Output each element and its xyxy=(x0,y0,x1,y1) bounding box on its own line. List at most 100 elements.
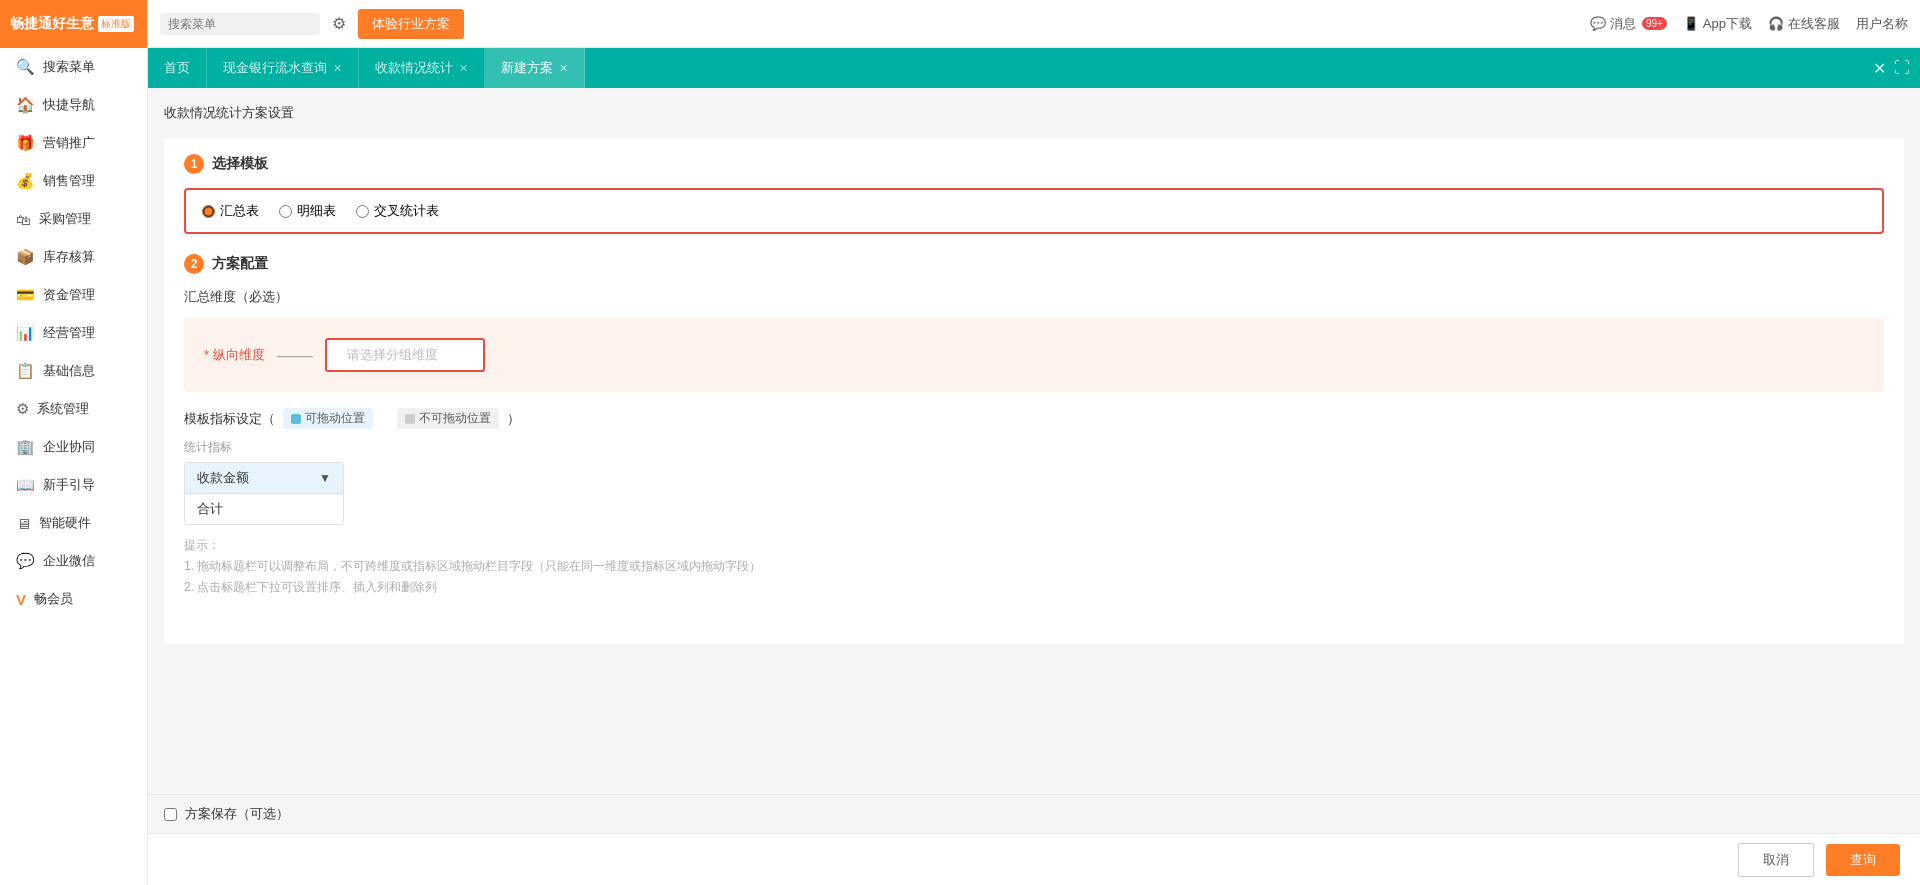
message-badge: 99+ xyxy=(1642,17,1667,30)
sidebar-item-fund[interactable]: 💳 资金管理 xyxy=(0,276,147,314)
save-label: 方案保存（可选） xyxy=(185,805,289,823)
maximize-icon[interactable]: ⛶ xyxy=(1894,59,1910,77)
top-header: ⚙ 体验行业方案 💬 消息 99+ 📱 App下载 🎧 在线客服 用户名称 xyxy=(148,0,1920,48)
radio-detail-input[interactable] xyxy=(279,205,292,218)
dimension-title-text: 汇总维度（必选） xyxy=(184,289,288,304)
tab-bank-flow[interactable]: 现金银行流水查询 ✕ xyxy=(207,48,359,88)
sidebar-item-quick-nav[interactable]: 🏠 快捷导航 xyxy=(0,86,147,124)
tab-spacer xyxy=(585,48,1863,88)
header-left: ⚙ 体验行业方案 xyxy=(160,9,464,39)
sidebar-item-basic-info[interactable]: 📋 基础信息 xyxy=(0,352,147,390)
radio-detail[interactable]: 明细表 xyxy=(279,202,336,220)
app-download-action[interactable]: 📱 App下载 xyxy=(1683,15,1752,33)
newbie-icon: 📖 xyxy=(16,476,35,494)
sidebar-item-label: 销售管理 xyxy=(43,172,95,190)
indicator-row-label: 合计 xyxy=(197,501,223,516)
tab-collection-stats[interactable]: 收款情况统计 ✕ xyxy=(359,48,485,88)
industry-btn[interactable]: 体验行业方案 xyxy=(358,9,464,39)
gear-icon[interactable]: ⚙ xyxy=(332,14,346,33)
non-draggable-label: 不可拖动位置 xyxy=(419,410,491,427)
header-right: 💬 消息 99+ 📱 App下载 🎧 在线客服 用户名称 xyxy=(1590,15,1908,33)
close-tab-collection-icon[interactable]: ✕ xyxy=(459,62,468,75)
sidebar-item-label: 快捷导航 xyxy=(43,96,95,114)
enterprise-icon: 🏢 xyxy=(16,438,35,456)
sidebar-item-search-menu[interactable]: 🔍 搜索菜单 xyxy=(0,48,147,86)
sidebar-item-weixin[interactable]: 💬 企业微信 xyxy=(0,542,147,580)
dimension-row: * 纵向维度 —— 请选择分组维度 xyxy=(204,338,1864,372)
sidebar-item-enterprise[interactable]: 🏢 企业协同 xyxy=(0,428,147,466)
sidebar-item-member[interactable]: V 畅会员 xyxy=(0,580,147,618)
sidebar-item-smart-hw[interactable]: 🖥 智能硬件 xyxy=(0,504,147,542)
sidebar-item-label: 畅会员 xyxy=(34,590,73,608)
inventory-icon: 📦 xyxy=(16,248,35,266)
system-icon: ⚙ xyxy=(16,400,29,418)
basic-info-icon: 📋 xyxy=(16,362,35,380)
tab-collection-stats-label: 收款情况统计 xyxy=(375,59,453,77)
tip-item-2: 2. 点击标题栏下拉可设置排序、插入列和删除列 xyxy=(184,579,1884,596)
close-tab-bank-flow-icon[interactable]: ✕ xyxy=(333,62,342,75)
radio-group: 汇总表 明细表 交叉统计表 xyxy=(202,202,439,220)
radio-cross-input[interactable] xyxy=(356,205,369,218)
sidebar-item-label: 企业协同 xyxy=(43,438,95,456)
tip-item-1: 1. 拖动标题栏可以调整布局，不可跨维度或指标区域拖动栏目字段（只能在同一维度或… xyxy=(184,558,1884,575)
sidebar-item-business[interactable]: 📊 经营管理 xyxy=(0,314,147,352)
tab-home[interactable]: 首页 xyxy=(148,48,207,88)
indicator-settings: 模板指标设定（ 可拖动位置 不可拖动位置 ） xyxy=(184,408,1884,612)
purchase-icon: 🛍 xyxy=(16,211,31,228)
indicator-col-header[interactable]: 收款金额 ▼ xyxy=(185,463,343,494)
sidebar-item-label: 系统管理 xyxy=(37,400,89,418)
footer-bar: 取消 查询 xyxy=(148,833,1920,885)
dimension-config: 汇总维度（必选） * 纵向维度 —— 请选择分组维度 xyxy=(184,288,1884,392)
user-info: 用户名称 xyxy=(1856,15,1908,33)
sidebar-item-inventory[interactable]: 📦 库存核算 xyxy=(0,238,147,276)
message-label: 消息 xyxy=(1610,15,1636,33)
radio-cross[interactable]: 交叉统计表 xyxy=(356,202,439,220)
sidebar-item-label: 库存核算 xyxy=(43,248,95,266)
query-button[interactable]: 查询 xyxy=(1826,844,1900,876)
gift-icon: 🎁 xyxy=(16,134,35,152)
cancel-button[interactable]: 取消 xyxy=(1738,843,1814,877)
sales-icon: 💰 xyxy=(16,172,35,190)
radio-summary-label: 汇总表 xyxy=(220,202,259,220)
sidebar-item-label: 资金管理 xyxy=(43,286,95,304)
radio-summary-input[interactable] xyxy=(202,205,215,218)
non-draggable-dot xyxy=(405,414,415,424)
tab-bar: 首页 现金银行流水查询 ✕ 收款情况统计 ✕ 新建方案 ✕ ✕ ⛶ xyxy=(148,48,1920,88)
indicator-dropdown-icon[interactable]: ▼ xyxy=(319,471,331,485)
dimension-dropdown[interactable]: 请选择分组维度 xyxy=(325,338,485,372)
indicator-label-area: 统计指标 收款金额 ▼ 合计 xyxy=(184,439,344,525)
tab-bank-flow-label: 现金银行流水查询 xyxy=(223,59,327,77)
arrow-icon: —— xyxy=(277,345,313,366)
page-breadcrumb: 收款情况统计方案设置 xyxy=(164,104,1904,122)
radio-summary[interactable]: 汇总表 xyxy=(202,202,259,220)
sidebar-item-label: 营销推广 xyxy=(43,134,95,152)
sidebar-item-sales[interactable]: 💰 销售管理 xyxy=(0,162,147,200)
message-icon: 💬 xyxy=(1590,16,1606,31)
sidebar-item-label: 采购管理 xyxy=(39,210,91,228)
tab-new-plan-label: 新建方案 xyxy=(501,59,553,77)
sidebar-item-newbie[interactable]: 📖 新手引导 xyxy=(0,466,147,504)
online-service-action[interactable]: 🎧 在线客服 xyxy=(1768,15,1840,33)
draggable-label: 可拖动位置 xyxy=(305,410,365,427)
main-area: ⚙ 体验行业方案 💬 消息 99+ 📱 App下载 🎧 在线客服 用户名称 首页 xyxy=(148,0,1920,885)
radio-detail-label: 明细表 xyxy=(297,202,336,220)
service-icon: 🎧 xyxy=(1768,16,1784,31)
message-action[interactable]: 💬 消息 99+ xyxy=(1590,15,1667,33)
indicator-header: 模板指标设定（ 可拖动位置 不可拖动位置 ） xyxy=(184,408,1884,429)
stat-indicator-label: 统计指标 xyxy=(184,439,344,456)
online-service-label: 在线客服 xyxy=(1788,15,1840,33)
step1-container: 1 选择模板 汇总表 明细表 xyxy=(184,154,1884,234)
content-area: 收款情况统计方案设置 1 选择模板 汇总表 xyxy=(148,88,1920,833)
tab-home-label: 首页 xyxy=(164,59,190,77)
tab-new-plan[interactable]: 新建方案 ✕ xyxy=(485,48,585,88)
save-checkbox[interactable] xyxy=(164,808,177,821)
close-window-icon[interactable]: ✕ xyxy=(1873,59,1886,78)
sidebar-item-marketing[interactable]: 🎁 营销推广 xyxy=(0,124,147,162)
step2-title: 方案配置 xyxy=(212,255,268,273)
close-tab-new-plan-icon[interactable]: ✕ xyxy=(559,62,568,75)
sidebar-item-label: 新手引导 xyxy=(43,476,95,494)
search-input[interactable] xyxy=(160,13,320,35)
indicator-title-close: ） xyxy=(507,410,520,428)
sidebar-item-system[interactable]: ⚙ 系统管理 xyxy=(0,390,147,428)
sidebar-item-purchase[interactable]: 🛍 采购管理 xyxy=(0,200,147,238)
